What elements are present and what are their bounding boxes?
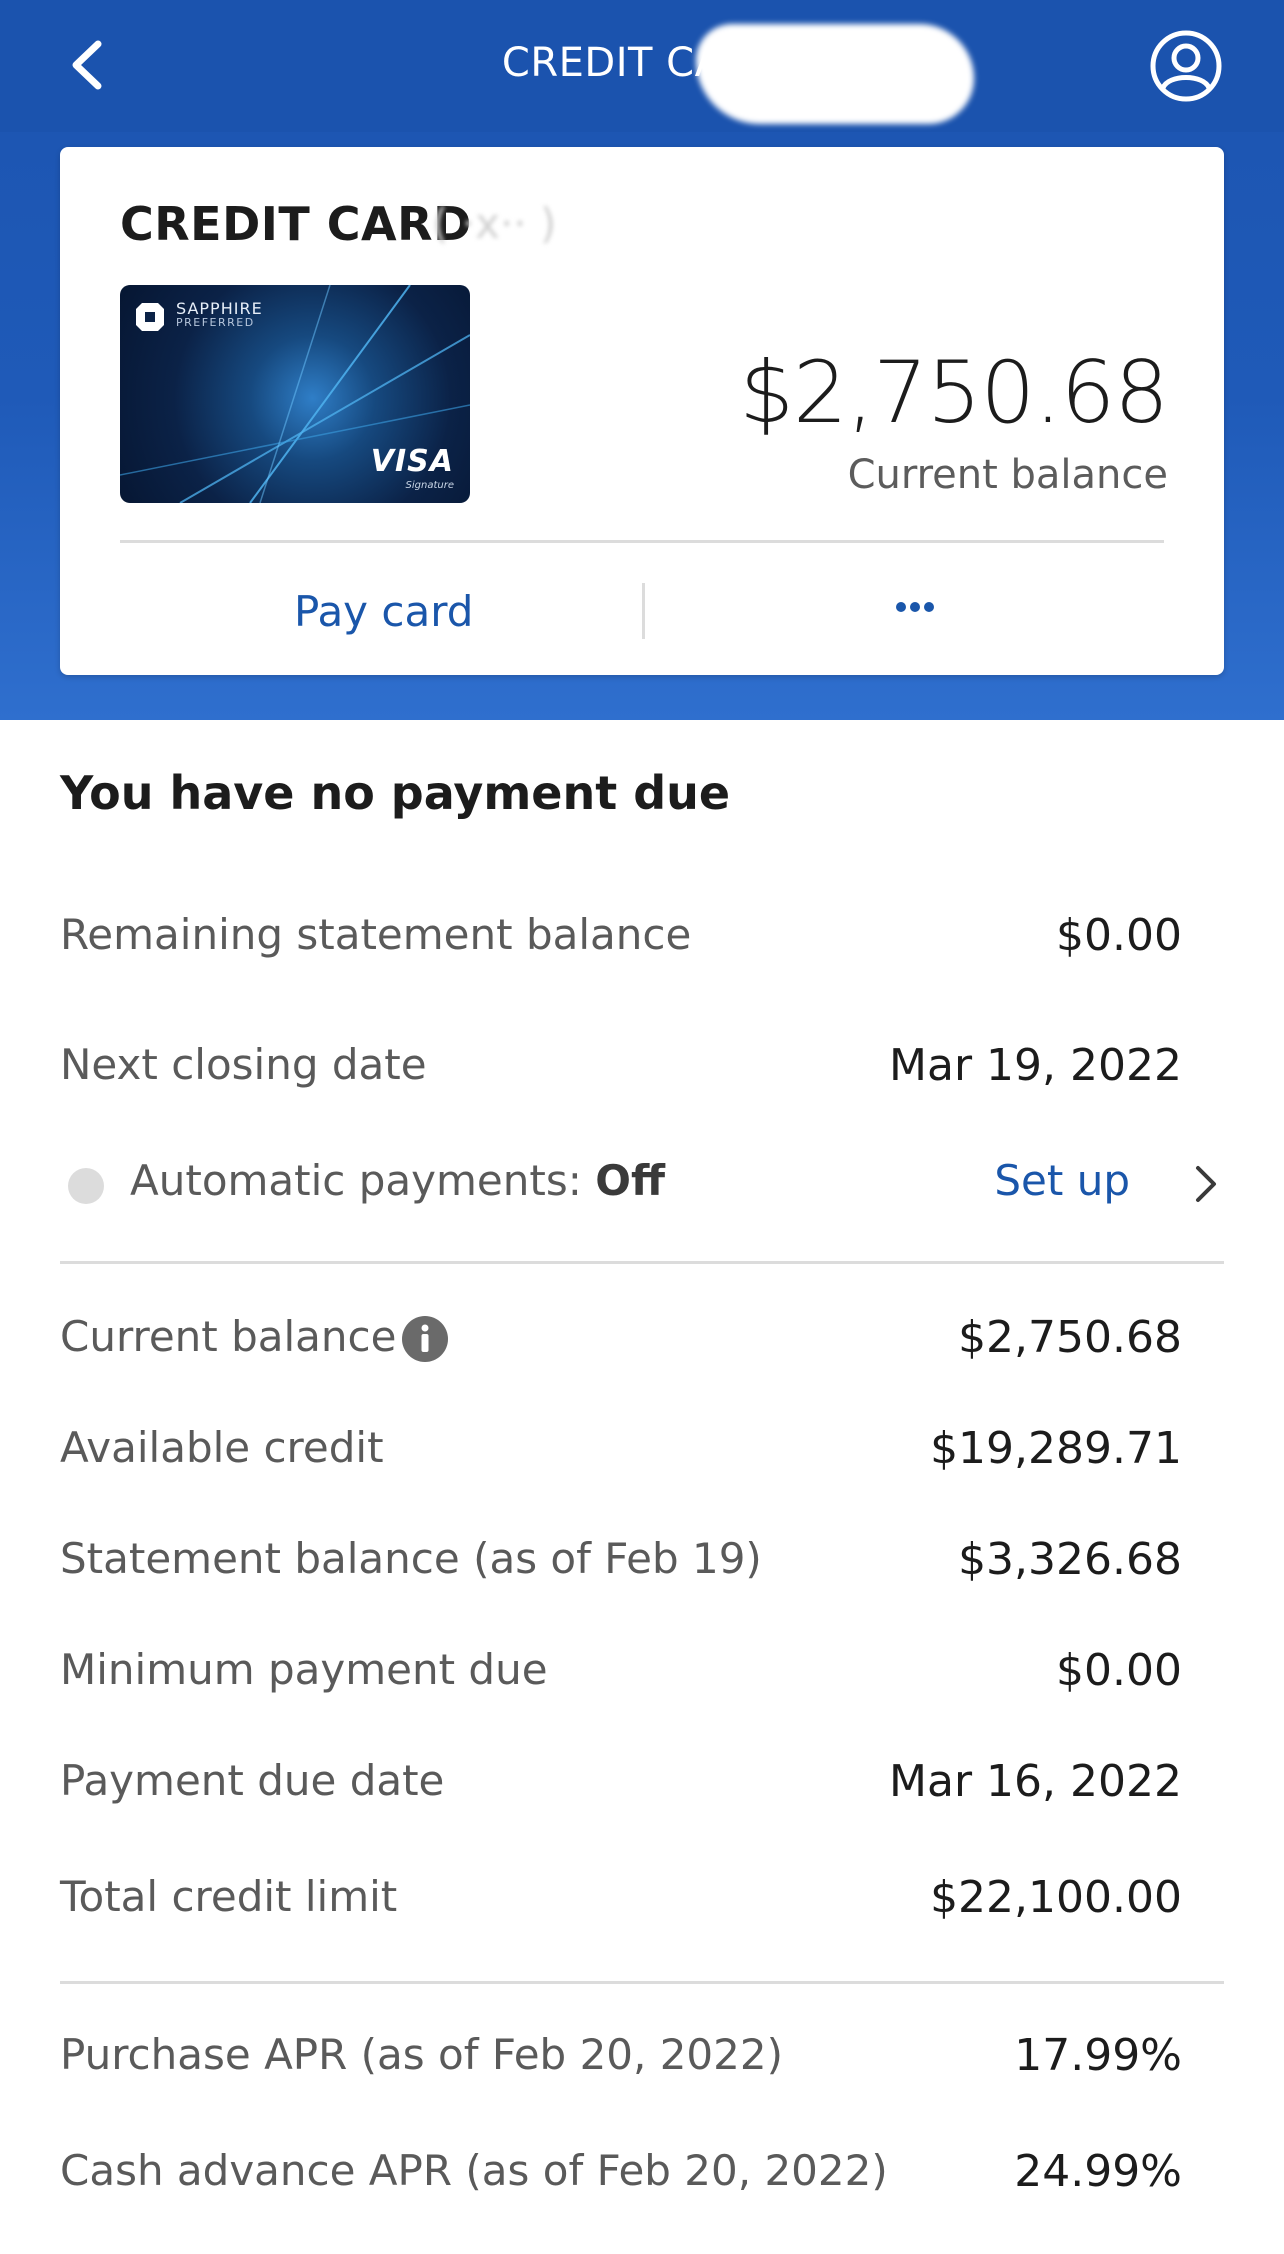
more-horizontal-icon [896, 602, 934, 612]
row-label: Cash advance APR (as of Feb 20, 2022) [60, 2146, 888, 2195]
bank-logo-icon [136, 303, 164, 331]
divider [60, 1981, 1224, 1984]
row-value: $0.00 [1056, 910, 1182, 961]
top-navigation-bar: CREDIT CARD [0, 0, 1284, 132]
autopay-label-text: Automatic payments: [130, 1156, 596, 1205]
row-value: $2,750.68 [958, 1312, 1182, 1363]
chevron-right-icon [1196, 1166, 1216, 1202]
row-label: Payment due date [60, 1756, 445, 1805]
row-value: Mar 19, 2022 [889, 1040, 1182, 1091]
row-label: Minimum payment due [60, 1645, 548, 1694]
current-balance-label: Current balance [847, 452, 1168, 498]
row-label: Next closing date [60, 1040, 427, 1089]
row-label: Statement balance (as of Feb 19) [60, 1534, 762, 1583]
payment-status-heading: You have no payment due [60, 766, 731, 820]
row-label: Total credit limit [60, 1872, 398, 1921]
card-brand-tier: PREFERRED [176, 316, 255, 329]
pay-card-button[interactable]: Pay card [294, 587, 473, 636]
divider [642, 583, 645, 639]
row-label: Purchase APR (as of Feb 20, 2022) [60, 2030, 783, 2079]
account-name: CREDIT CARD [120, 197, 472, 251]
card-network-logo: VISA [370, 444, 454, 479]
autopay-state: Off [595, 1156, 665, 1205]
page-title: CREDIT CARD [501, 40, 783, 86]
row-value: $3,326.68 [958, 1534, 1182, 1585]
more-options-button[interactable] [880, 587, 950, 627]
row-value: $0.00 [1056, 1645, 1182, 1696]
card-brand: SAPPHIRE PREFERRED [176, 301, 263, 330]
row-value: 17.99% [1014, 2030, 1182, 2081]
autopay-label: Automatic payments: Off [130, 1156, 665, 1205]
current-balance-amount: $2,750.68 [739, 343, 1169, 443]
account-card-panel: CREDIT CARD ( ·x·· ) SAPPHIRE PREFERRED … [60, 147, 1224, 675]
credit-card-image: SAPPHIRE PREFERRED VISA Signature [120, 285, 470, 503]
user-profile-icon [1150, 30, 1222, 102]
card-network-tier: Signature [405, 480, 454, 491]
row-label: Available credit [60, 1423, 384, 1472]
divider [120, 540, 1164, 543]
row-label: Current balance [60, 1312, 397, 1361]
row-label: Remaining statement balance [60, 910, 692, 959]
profile-button[interactable] [1148, 28, 1224, 104]
info-icon[interactable] [402, 1316, 448, 1362]
divider [60, 1261, 1224, 1264]
row-value: Mar 16, 2022 [889, 1756, 1182, 1807]
row-value: $19,289.71 [930, 1423, 1182, 1474]
set-up-autopay-link[interactable]: Set up [994, 1156, 1130, 1205]
row-value: $22,100.00 [930, 1872, 1182, 1923]
autopay-status-indicator [68, 1168, 104, 1204]
row-value: 24.99% [1014, 2146, 1182, 2197]
redaction-mark [696, 24, 974, 124]
account-number-masked: ( ·x·· ) [432, 199, 557, 248]
